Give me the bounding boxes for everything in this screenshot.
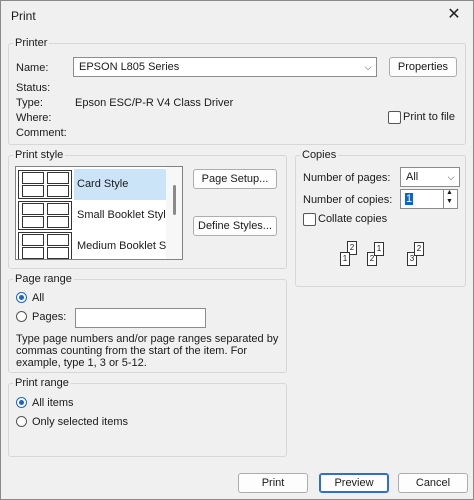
collate-page: 2 xyxy=(414,242,424,256)
page-range-all-label[interactable]: All xyxy=(32,292,44,304)
page-range-help-line1: Type page numbers and/or page ranges sep… xyxy=(16,333,279,345)
properties-button-label: Properties xyxy=(397,61,449,73)
number-of-copies-input[interactable]: 1 xyxy=(400,189,444,209)
status-label: Status: xyxy=(16,82,51,94)
style-item-small-booklet[interactable]: Small Booklet Style xyxy=(16,200,172,231)
print-button-label: Print xyxy=(261,477,285,489)
page-setup-button[interactable]: Page Setup... xyxy=(193,169,277,189)
chevron-down-icon: ⌵ xyxy=(447,172,455,182)
page-range-pages-radio[interactable] xyxy=(16,311,27,322)
type-label: Type: xyxy=(16,97,43,109)
print-style-list[interactable]: Card Style Small Booklet Style Medium Bo… xyxy=(15,166,183,260)
title-bar: Print ✕ xyxy=(1,1,473,31)
page-range-pages-input[interactable] xyxy=(75,308,206,328)
medium-booklet-thumbnail xyxy=(18,232,72,259)
copies-group-label: Copies xyxy=(302,149,337,161)
collate-copies-label[interactable]: Collate copies xyxy=(318,213,387,225)
page-setup-button-label: Page Setup... xyxy=(201,173,269,185)
number-of-copies-label: Number of copies: xyxy=(303,194,393,206)
printer-group: Printer xyxy=(8,37,466,145)
define-styles-button-label: Define Styles... xyxy=(198,220,272,232)
style-item-label: Small Booklet Style xyxy=(77,209,172,221)
name-label: Name: xyxy=(16,62,49,74)
number-of-copies-value: 1 xyxy=(405,193,414,205)
all-items-radio[interactable] xyxy=(16,397,27,408)
number-of-pages-value: All xyxy=(406,171,419,183)
page-range-help-line2: commas counting from the start of the it… xyxy=(16,345,248,357)
card-style-thumbnail xyxy=(18,170,72,199)
properties-button[interactable]: Properties xyxy=(389,57,457,77)
small-booklet-thumbnail xyxy=(18,201,72,230)
preview-button-label: Preview xyxy=(334,477,374,489)
type-value: Epson ESC/P-R V4 Class Driver xyxy=(75,97,234,109)
spin-down-icon[interactable]: ▼ xyxy=(446,198,453,205)
print-to-file-label[interactable]: Print to file xyxy=(403,111,455,123)
all-items-label[interactable]: All items xyxy=(32,397,74,409)
printer-name-select[interactable]: EPSON L805 Series ⌵ xyxy=(73,57,377,77)
page-range-all-radio[interactable] xyxy=(16,292,27,303)
print-dialog: Print ✕ Printer Name: EPSON L805 Series … xyxy=(0,0,474,500)
style-item-medium-booklet[interactable]: Medium Booklet Style xyxy=(16,231,182,259)
printer-group-label: Printer xyxy=(15,37,48,49)
copies-spinner[interactable]: ▲ ▼ xyxy=(444,189,458,209)
print-range-group-label: Print range xyxy=(15,377,69,389)
preview-button[interactable]: Preview xyxy=(319,473,389,493)
comment-label: Comment: xyxy=(16,127,67,139)
close-icon[interactable]: ✕ xyxy=(441,3,467,27)
collate-page: 1 xyxy=(374,242,384,256)
print-button[interactable]: Print xyxy=(238,473,308,493)
style-item-label: Card Style xyxy=(74,169,166,200)
number-of-pages-label: Number of pages: xyxy=(303,172,391,184)
print-style-group-label: Print style xyxy=(15,149,64,161)
cancel-button[interactable]: Cancel xyxy=(398,473,468,493)
selected-items-label[interactable]: Only selected items xyxy=(32,416,128,428)
define-styles-button[interactable]: Define Styles... xyxy=(193,216,277,236)
spin-up-icon[interactable]: ▲ xyxy=(446,189,453,196)
where-label: Where: xyxy=(16,112,52,124)
collate-page: 1 xyxy=(340,252,350,266)
page-range-group-label: Page range xyxy=(15,273,72,285)
style-list-scroll-thumb[interactable] xyxy=(173,185,176,215)
collate-copies-checkbox[interactable] xyxy=(303,213,316,226)
chevron-down-icon: ⌵ xyxy=(364,62,372,72)
selected-items-radio[interactable] xyxy=(16,416,27,427)
page-range-pages-label[interactable]: Pages: xyxy=(32,311,66,323)
print-to-file-checkbox[interactable] xyxy=(388,111,401,124)
printer-name-value: EPSON L805 Series xyxy=(79,61,180,73)
page-range-help-line3: example, type 1, 3 or 5-12. xyxy=(16,357,147,369)
window-title: Print xyxy=(11,9,36,23)
collate-illustration: 2 1 2 1 3 2 xyxy=(333,241,433,273)
number-of-pages-select[interactable]: All ⌵ xyxy=(400,167,460,187)
style-item-card[interactable]: Card Style xyxy=(16,169,166,200)
cancel-button-label: Cancel xyxy=(415,477,451,489)
